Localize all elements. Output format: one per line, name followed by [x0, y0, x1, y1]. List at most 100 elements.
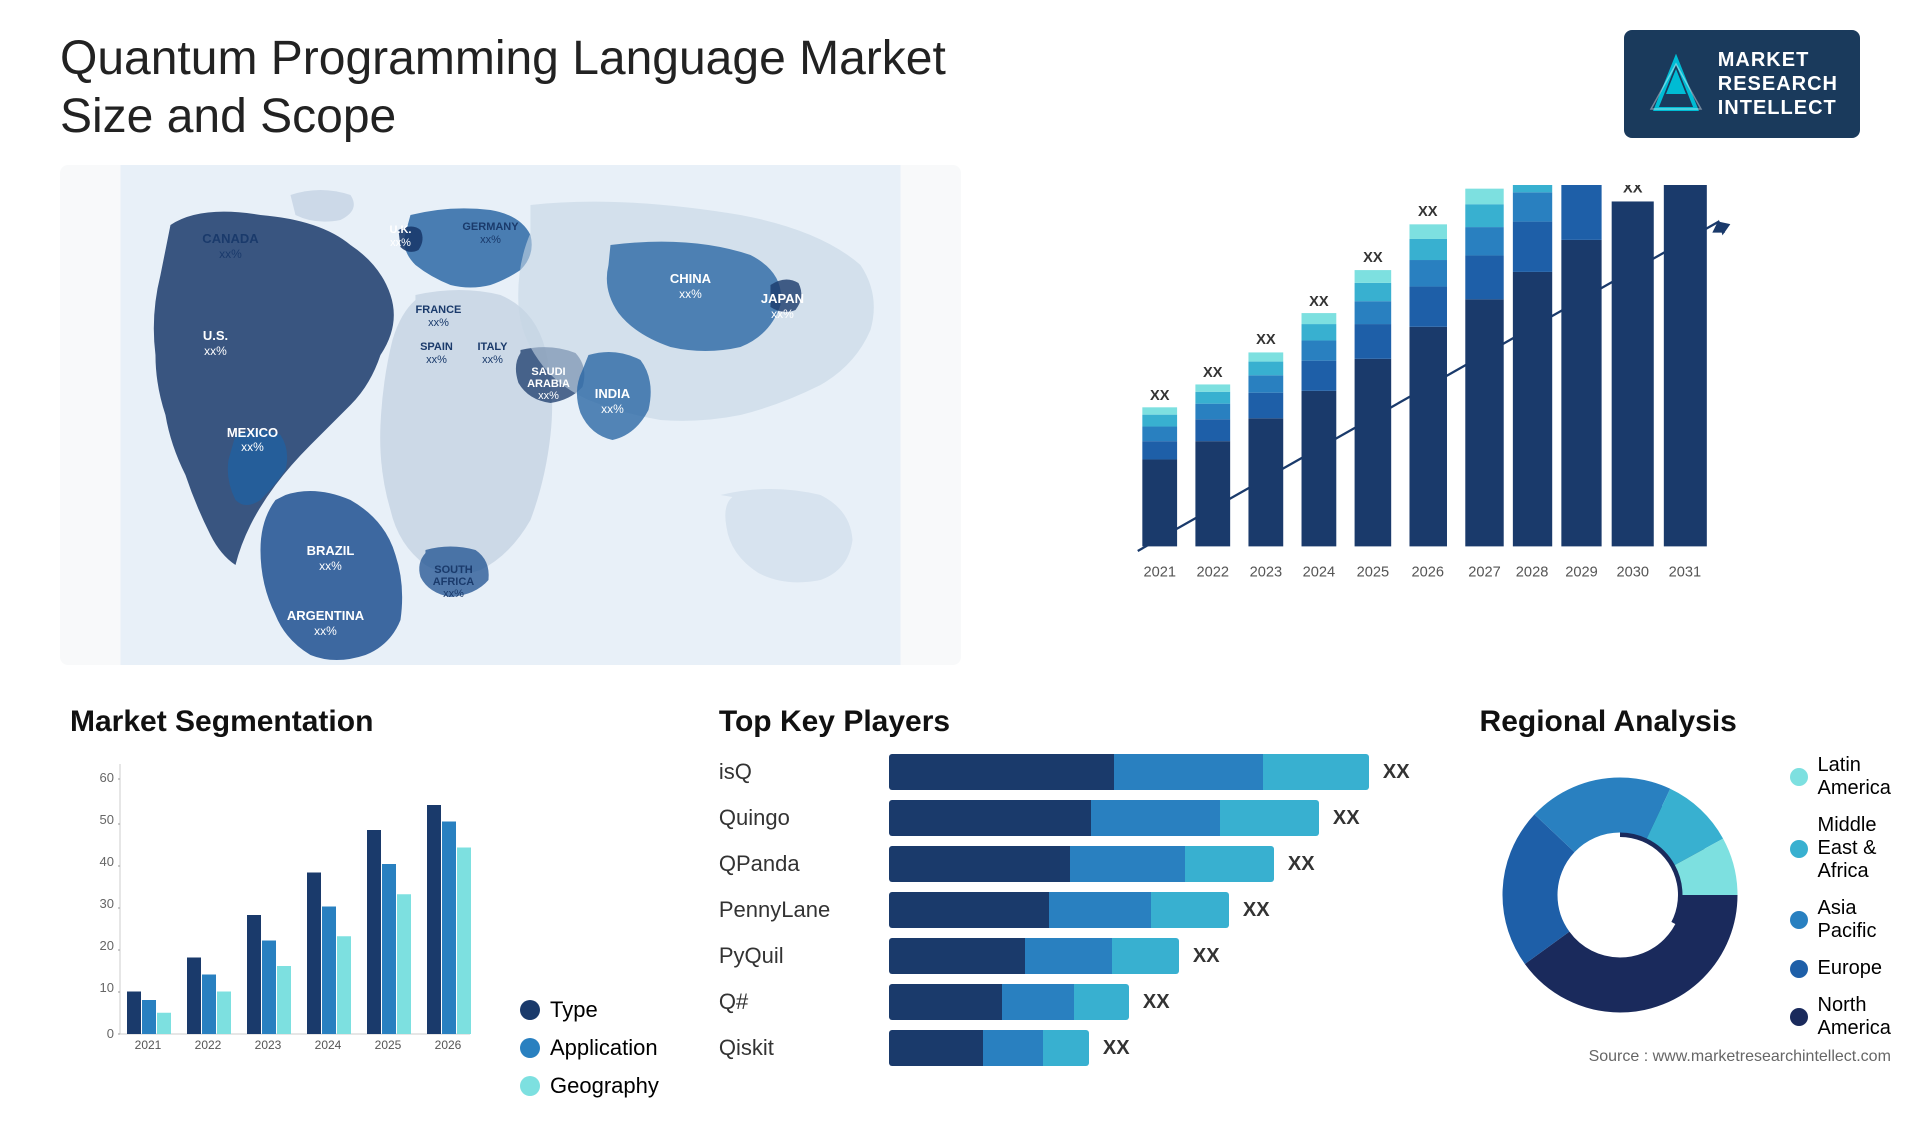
- svg-text:CANADA: CANADA: [202, 231, 259, 246]
- svg-text:xx%: xx%: [771, 307, 794, 321]
- svg-text:50: 50: [100, 812, 114, 827]
- svg-text:xx%: xx%: [601, 402, 624, 416]
- svg-text:ARABIA: ARABIA: [527, 378, 570, 390]
- donut-svg-wrap: [1480, 755, 1760, 1040]
- segmentation-section: Market Segmentation 0 10 20 30: [60, 695, 669, 1115]
- svg-text:2025: 2025: [375, 1038, 402, 1052]
- source-text: Source : www.marketresearchintellect.com: [1480, 1048, 1891, 1066]
- svg-text:2023: 2023: [255, 1038, 282, 1052]
- segmentation-title: Market Segmentation: [70, 705, 659, 739]
- svg-text:ITALY: ITALY: [478, 341, 509, 353]
- europe-label: Europe: [1818, 957, 1883, 980]
- legend-application: Application: [520, 1035, 659, 1061]
- svg-text:XX: XX: [1363, 250, 1383, 266]
- page-title: Quantum Programming Language Market Size…: [60, 30, 960, 145]
- svg-text:XX: XX: [1256, 332, 1276, 348]
- player-bar-wrap: XX: [889, 984, 1410, 1020]
- svg-text:2026: 2026: [435, 1038, 462, 1052]
- bar-segment-2: [1114, 754, 1263, 790]
- regional-section: Regional Analysis: [1460, 695, 1911, 1115]
- apac-label: Asia Pacific: [1818, 897, 1891, 943]
- region-legend: Latin America Middle East &Africa Asia P…: [1790, 754, 1891, 1040]
- geography-dot: [520, 1076, 540, 1096]
- svg-text:2022: 2022: [1196, 565, 1229, 581]
- svg-text:20: 20: [100, 938, 114, 953]
- logo: MARKETRESEARCHINTELLECT: [1624, 30, 1860, 138]
- svg-text:xx%: xx%: [426, 354, 447, 366]
- svg-text:SAUDI: SAUDI: [531, 366, 565, 378]
- player-name: Q#: [719, 989, 879, 1015]
- svg-text:xx%: xx%: [482, 354, 503, 366]
- europe-dot: [1790, 960, 1808, 978]
- svg-text:2021: 2021: [135, 1038, 162, 1052]
- player-value: XX: [1243, 899, 1270, 922]
- segmentation-svg-wrap: 0 10 20 30 40 50 60: [70, 754, 490, 1099]
- donut-wrap: Latin America Middle East &Africa Asia P…: [1480, 754, 1891, 1040]
- player-row: isQ XX: [719, 754, 1410, 790]
- svg-text:xx%: xx%: [538, 390, 559, 402]
- svg-text:2026: 2026: [1411, 565, 1444, 581]
- player-bar: [889, 1030, 1089, 1066]
- svg-text:xx%: xx%: [480, 234, 501, 246]
- region-latin: Latin America: [1790, 754, 1891, 800]
- geography-label: Geography: [550, 1073, 659, 1099]
- svg-text:XX: XX: [1309, 294, 1329, 310]
- svg-text:MEXICO: MEXICO: [227, 425, 278, 440]
- page: Quantum Programming Language Market Size…: [0, 0, 1920, 1146]
- player-row: Qiskit XX: [719, 1030, 1410, 1066]
- svg-text:30: 30: [100, 896, 114, 911]
- player-value: XX: [1383, 761, 1410, 784]
- player-bar-wrap: XX: [889, 1030, 1410, 1066]
- player-value: XX: [1103, 1037, 1130, 1060]
- svg-text:2021: 2021: [1143, 565, 1176, 581]
- type-dot: [520, 1000, 540, 1020]
- type-label: Type: [550, 997, 598, 1023]
- player-bar-wrap: XX: [889, 800, 1410, 836]
- logo-text: MARKETRESEARCHINTELLECT: [1718, 48, 1838, 120]
- player-name: PyQuil: [719, 943, 879, 969]
- player-bar-wrap: XX: [889, 754, 1410, 790]
- player-row: QPanda XX: [719, 846, 1410, 882]
- player-name: PennyLane: [719, 897, 879, 923]
- header: Quantum Programming Language Market Size…: [60, 30, 1860, 145]
- svg-text:2025: 2025: [1357, 565, 1390, 581]
- svg-text:xx%: xx%: [241, 440, 264, 454]
- svg-text:xx%: xx%: [319, 559, 342, 573]
- player-row: PennyLane XX: [719, 892, 1410, 928]
- region-europe: Europe: [1790, 957, 1891, 980]
- segmentation-legend: Type Application Geography: [500, 997, 659, 1099]
- svg-text:FRANCE: FRANCE: [416, 304, 462, 316]
- apac-dot: [1790, 911, 1808, 929]
- bar-segment-3: [1263, 754, 1369, 790]
- svg-text:SOUTH: SOUTH: [434, 564, 473, 576]
- player-bar: [889, 984, 1129, 1020]
- player-name: QPanda: [719, 851, 879, 877]
- player-name: Quingo: [719, 805, 879, 831]
- svg-text:2028: 2028: [1516, 565, 1549, 581]
- svg-text:BRAZIL: BRAZIL: [307, 543, 355, 558]
- player-bar-wrap: XX: [889, 938, 1410, 974]
- svg-text:SPAIN: SPAIN: [420, 341, 453, 353]
- player-bar: [889, 938, 1179, 974]
- player-bar: [889, 846, 1274, 882]
- svg-text:2024: 2024: [315, 1038, 342, 1052]
- svg-text:U.K.: U.K.: [389, 224, 411, 236]
- svg-text:CHINA: CHINA: [670, 271, 712, 286]
- world-map: CANADA xx% U.S. xx% MEXICO xx% BRAZIL xx…: [60, 165, 961, 665]
- svg-text:xx%: xx%: [428, 317, 449, 329]
- donut-svg: [1480, 755, 1760, 1035]
- bar-chart-container: XX 2021 XX 2022: [1001, 165, 1860, 665]
- latin-label: Latin America: [1818, 754, 1891, 800]
- player-value: XX: [1193, 945, 1220, 968]
- svg-text:U.S.: U.S.: [203, 328, 228, 343]
- svg-text:AFRICA: AFRICA: [433, 576, 475, 588]
- mea-dot: [1790, 840, 1808, 858]
- svg-text:xx%: xx%: [219, 247, 242, 261]
- player-row: PyQuil XX: [719, 938, 1410, 974]
- seg-svg: 0 10 20 30 40 50 60: [70, 754, 490, 1094]
- player-row: Quingo XX: [719, 800, 1410, 836]
- svg-text:xx%: xx%: [314, 624, 337, 638]
- svg-text:xx%: xx%: [390, 237, 411, 249]
- logo-icon: [1646, 54, 1706, 114]
- player-bar: [889, 754, 1369, 790]
